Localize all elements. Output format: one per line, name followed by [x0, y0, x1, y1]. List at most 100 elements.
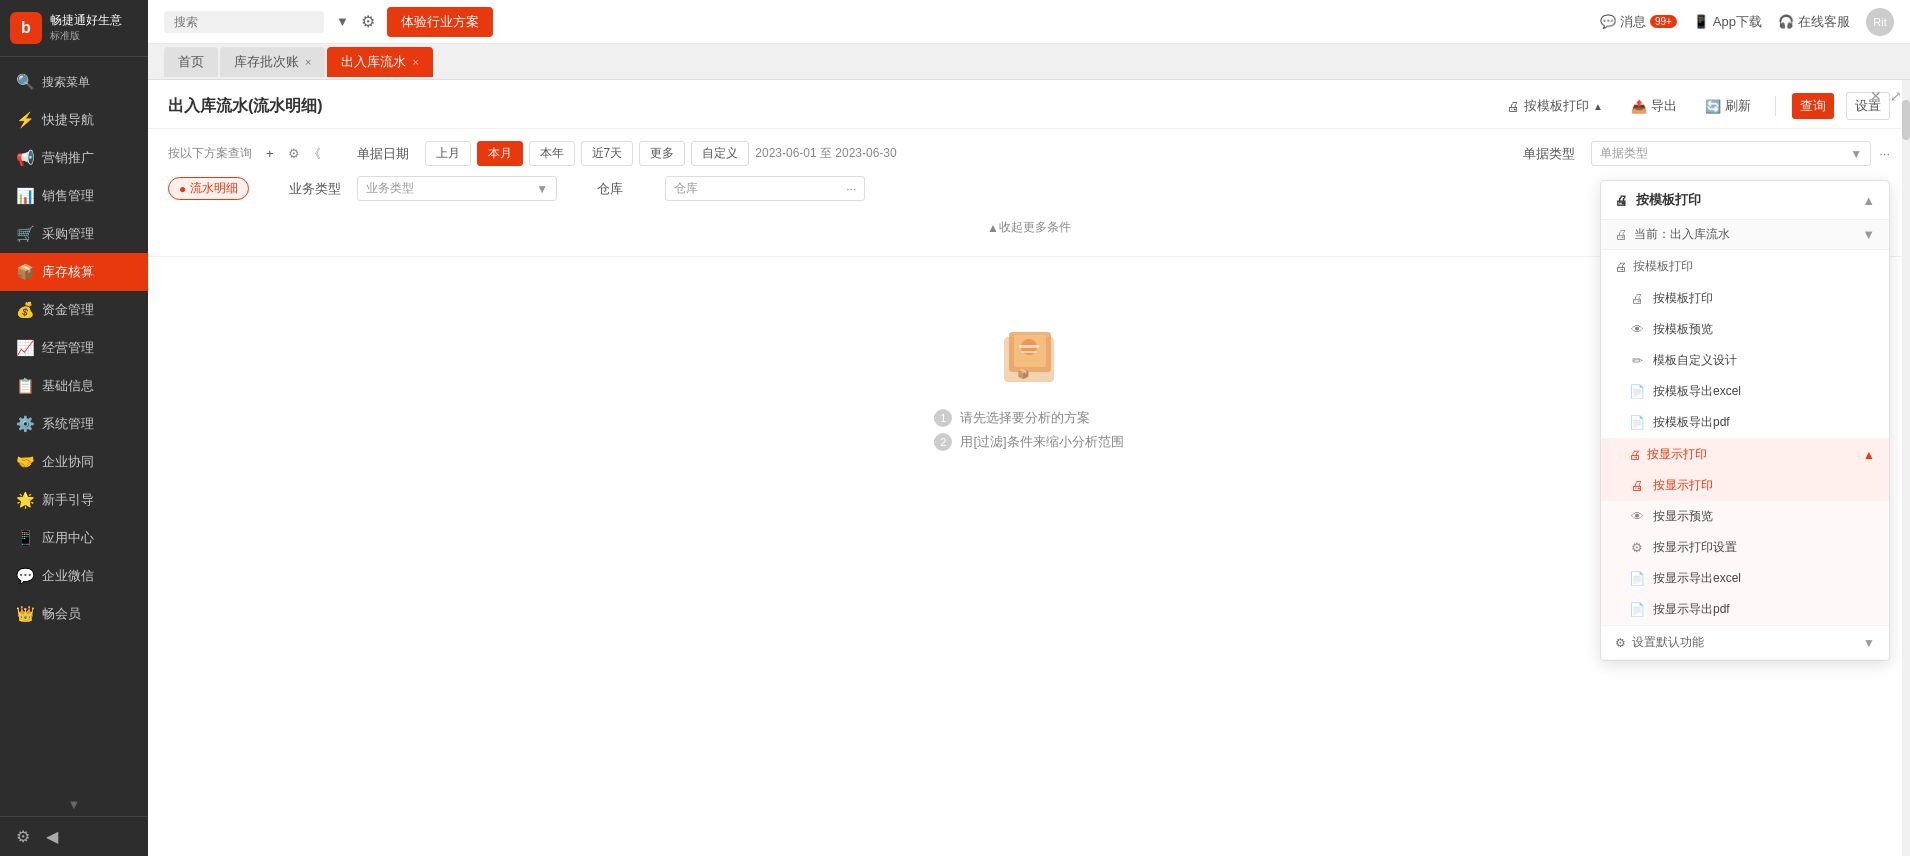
- user-avatar-item[interactable]: Rit: [1866, 8, 1894, 36]
- doc-type-more-icon[interactable]: ···: [1879, 146, 1890, 161]
- tab-batch-account-close[interactable]: ×: [305, 56, 311, 68]
- export-label: 导出: [1651, 97, 1677, 115]
- tab-home[interactable]: 首页: [164, 47, 218, 77]
- settings-footer-icon[interactable]: ⚙: [16, 827, 30, 846]
- sidebar-item-label: 企业微信: [42, 567, 94, 585]
- defaults-section-header[interactable]: ⚙ 设置默认功能 ▼: [1601, 626, 1889, 659]
- print-template-button[interactable]: 🖨 按模板打印 ▲: [1499, 93, 1611, 119]
- sidebar-item-basic-info[interactable]: 📋 基础信息: [0, 367, 148, 405]
- warehouse-more-icon[interactable]: ···: [846, 182, 856, 196]
- display-preview-item[interactable]: 👁 按显示预览: [1601, 501, 1889, 532]
- customer-service-item[interactable]: 🎧 在线客服: [1778, 13, 1850, 31]
- messages-label: 消息: [1620, 13, 1646, 31]
- date-btn-last-7-days[interactable]: 近7天: [581, 141, 634, 166]
- scrollbar-thumb[interactable]: [1902, 100, 1910, 140]
- step-1-text: 请先选择要分析的方案: [960, 409, 1090, 427]
- filter-condition-controls: 按以下方案查询 + ⚙ 《: [168, 143, 321, 164]
- display-export-pdf-item[interactable]: 📄 按显示导出pdf: [1601, 594, 1889, 625]
- template-print-icon: 🖨: [1629, 291, 1645, 306]
- template-preview-item[interactable]: 👁 按模板预览: [1601, 314, 1889, 345]
- page-actions: 🖨 按模板打印 ▲ 📤 导出 🔄 刷新 查询 设置: [1499, 92, 1890, 120]
- display-print-item[interactable]: 🖨 按显示打印: [1601, 470, 1889, 501]
- query-button[interactable]: 查询: [1792, 93, 1834, 119]
- display-export-excel-item[interactable]: 📄 按显示导出excel: [1601, 563, 1889, 594]
- app-title-block: 畅捷通好生意 标准版: [50, 13, 122, 43]
- sidebar-item-members[interactable]: 👑 畅会员: [0, 595, 148, 633]
- warehouse-select[interactable]: 仓库 ···: [665, 176, 865, 201]
- sidebar-scroll-down[interactable]: ▼: [0, 793, 148, 816]
- dropdown-current-arrow[interactable]: ▼: [1862, 227, 1875, 242]
- app-download-item[interactable]: 📱 App下载: [1693, 13, 1762, 31]
- display-preview-label: 按显示预览: [1653, 508, 1713, 525]
- print-icon: 🖨: [1507, 99, 1520, 114]
- sidebar-footer: ⚙ ◀: [0, 816, 148, 856]
- sidebar-item-app-center[interactable]: 📱 应用中心: [0, 519, 148, 557]
- display-section-header[interactable]: 🖨 按显示打印 ▲: [1601, 439, 1889, 470]
- sidebar-item-marketing[interactable]: 📢 营销推广: [0, 139, 148, 177]
- template-section-header[interactable]: 🖨 按模板打印: [1601, 250, 1889, 283]
- doc-type-select[interactable]: 单据类型 ▼: [1591, 141, 1871, 166]
- template-pdf-icon: 📄: [1629, 415, 1645, 430]
- sidebar-item-operations[interactable]: 📈 经营管理: [0, 329, 148, 367]
- sidebar-item-search[interactable]: 🔍 搜索菜单: [0, 63, 148, 101]
- business-type-placeholder: 业务类型: [366, 180, 414, 197]
- business-type-select[interactable]: 业务类型 ▼: [357, 176, 557, 201]
- date-btn-last-month[interactable]: 上月: [425, 141, 471, 166]
- sidebar-item-enterprise-wechat[interactable]: 💬 企业微信: [0, 557, 148, 595]
- sidebar-item-label: 资金管理: [42, 301, 94, 319]
- date-btn-custom[interactable]: 自定义: [691, 141, 749, 166]
- export-button[interactable]: 📤 导出: [1623, 93, 1685, 119]
- collapse-sidebar-icon[interactable]: ◀: [46, 827, 58, 846]
- print-dropdown-panel: 🖨 按模板打印 ▲ 🖨 当前：出入库流水 ▼ 🖨 按模板打印: [1600, 180, 1890, 661]
- tab-inventory-flow[interactable]: 出入库流水 ×: [327, 47, 432, 77]
- close-window-button[interactable]: ✕: [1870, 88, 1882, 104]
- template-export-excel-item[interactable]: 📄 按模板导出excel: [1601, 376, 1889, 407]
- filter-collapse-icon[interactable]: 《: [308, 145, 321, 163]
- sidebar: b 畅捷通好生意 标准版 🔍 搜索菜单 ⚡ 快捷导航 📢 营销推广 📊 销售管理…: [0, 0, 148, 856]
- display-section-arrow: ▲: [1863, 448, 1875, 462]
- dropdown-header-title: 按模板打印: [1636, 191, 1701, 209]
- page-title: 出入库流水(流水明细): [168, 96, 323, 117]
- sidebar-item-enterprise[interactable]: 🤝 企业协同: [0, 443, 148, 481]
- date-btn-this-month[interactable]: 本月: [477, 141, 523, 166]
- main-content: ▼ ⚙ 体验行业方案 💬 消息 99+ 📱 App下载 🎧 在线客服 Rit: [148, 0, 1910, 856]
- app-title: 畅捷通好生意: [50, 13, 122, 29]
- refresh-icon: 🔄: [1705, 99, 1721, 114]
- date-btn-more[interactable]: 更多: [639, 141, 685, 166]
- template-export-pdf-item[interactable]: 📄 按模板导出pdf: [1601, 407, 1889, 438]
- filter-condition-label: 按以下方案查询: [168, 145, 252, 162]
- empty-steps-list: 1 请先选择要分析的方案 2 用[过滤]条件来缩小分析范围: [934, 409, 1123, 457]
- sidebar-item-sales[interactable]: 📊 销售管理: [0, 177, 148, 215]
- sidebar-item-system[interactable]: ⚙️ 系统管理: [0, 405, 148, 443]
- topbar-dropdown-arrow[interactable]: ▼: [336, 14, 349, 29]
- sidebar-item-finance[interactable]: 💰 资金管理: [0, 291, 148, 329]
- tab-inventory-flow-close[interactable]: ×: [412, 56, 418, 68]
- doc-type-arrow: ▼: [1850, 147, 1862, 161]
- empty-illustration: 📦: [989, 317, 1069, 397]
- display-print-settings-item[interactable]: ⚙ 按显示打印设置: [1601, 532, 1889, 563]
- page-scrollbar[interactable]: [1902, 80, 1910, 856]
- tab-batch-account[interactable]: 库存批次账 ×: [220, 47, 325, 77]
- sidebar-item-label: 基础信息: [42, 377, 94, 395]
- template-print-item[interactable]: 🖨 按模板打印: [1601, 283, 1889, 314]
- sidebar-item-quick-nav[interactable]: ⚡ 快捷导航: [0, 101, 148, 139]
- maximize-window-button[interactable]: ⤢: [1890, 88, 1902, 104]
- add-condition-button[interactable]: +: [260, 143, 280, 164]
- date-btn-this-year[interactable]: 本年: [529, 141, 575, 166]
- defaults-section-icon: ⚙: [1615, 636, 1626, 650]
- dropdown-header-chevron[interactable]: ▲: [1862, 193, 1875, 208]
- topbar-search-input[interactable]: [164, 11, 324, 33]
- messages-item[interactable]: 💬 消息 99+: [1600, 13, 1677, 31]
- filter-tag-flow[interactable]: ● 流水明细: [168, 177, 249, 200]
- step-num-2: 2: [934, 433, 952, 451]
- template-custom-item[interactable]: ✏ 模板自定义设计: [1601, 345, 1889, 376]
- sidebar-item-guide[interactable]: 🌟 新手引导: [0, 481, 148, 519]
- refresh-button[interactable]: 🔄 刷新: [1697, 93, 1759, 119]
- industry-solution-button[interactable]: 体验行业方案: [387, 7, 493, 37]
- topbar-gear-icon[interactable]: ⚙: [361, 12, 375, 31]
- sidebar-item-inventory[interactable]: 📦 库存核算: [0, 253, 148, 291]
- sidebar-item-label: 企业协同: [42, 453, 94, 471]
- sidebar-item-purchase[interactable]: 🛒 采购管理: [0, 215, 148, 253]
- filter-settings-icon[interactable]: ⚙: [288, 146, 300, 161]
- date-range-display: 2023-06-01 至 2023-06-30: [755, 145, 896, 162]
